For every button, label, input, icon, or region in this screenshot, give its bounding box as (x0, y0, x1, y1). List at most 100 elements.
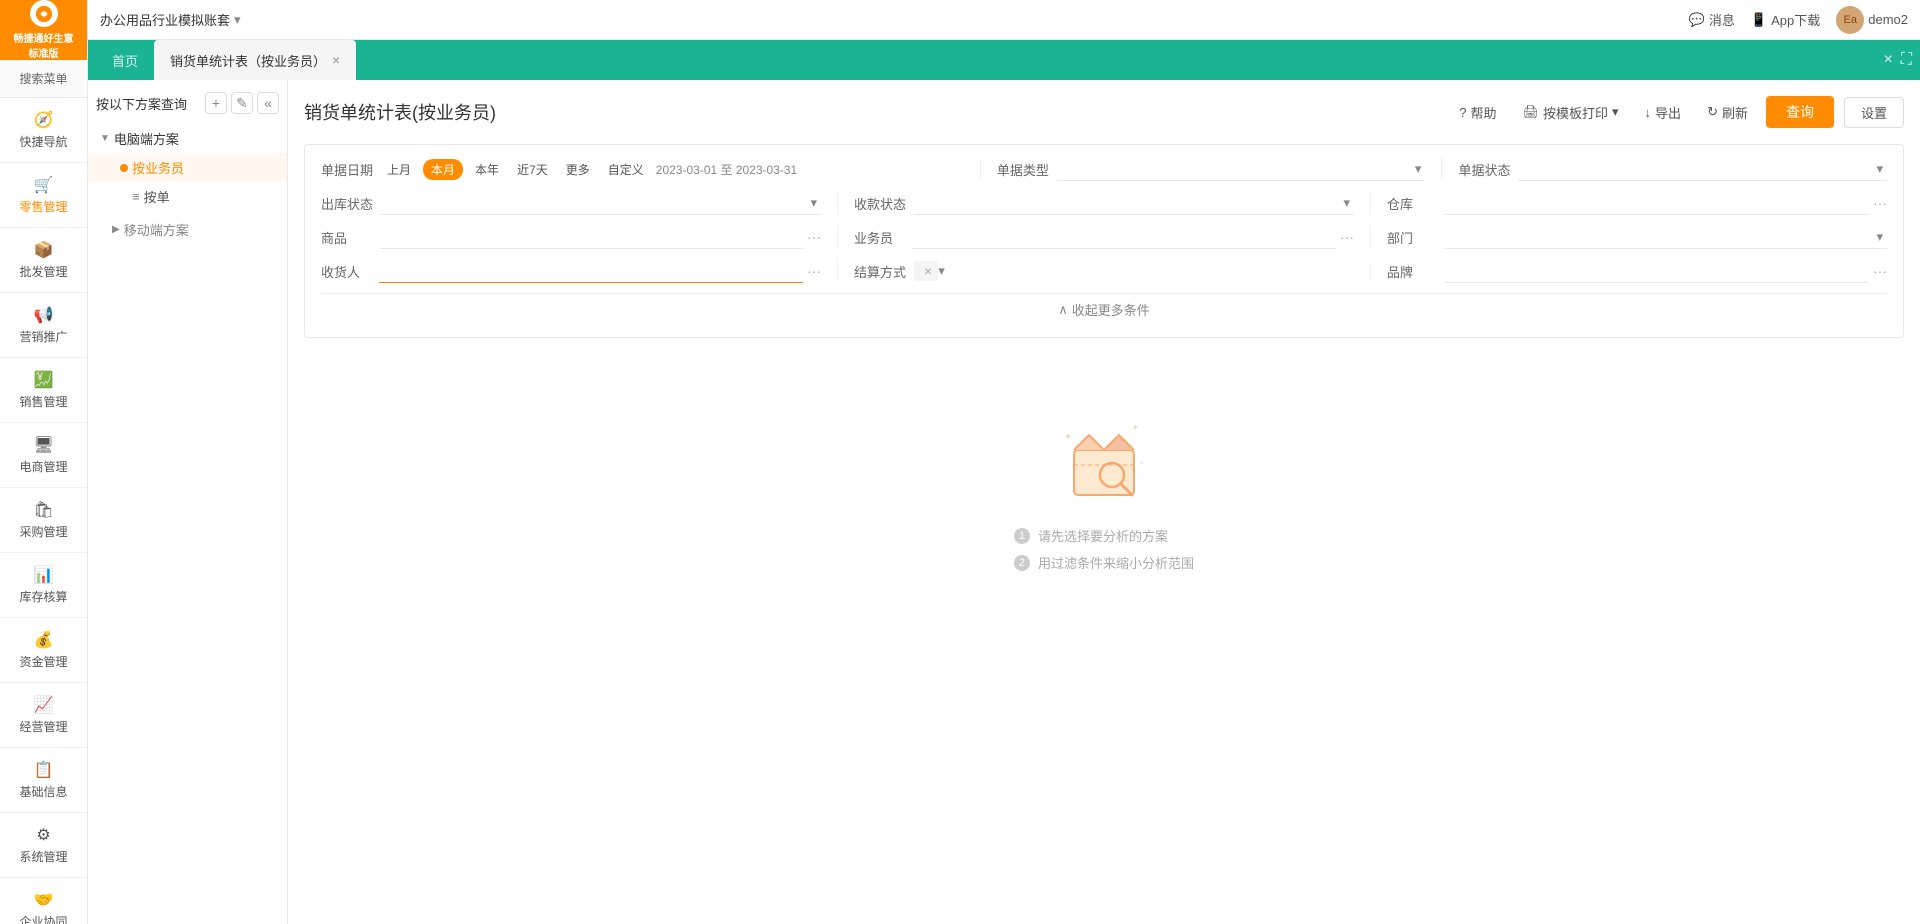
lp-item-by-order[interactable]: ≡ 按单 (88, 182, 287, 211)
date-btn-more[interactable]: 更多 (560, 159, 596, 180)
settlement-close-icon[interactable]: × (924, 263, 932, 279)
avatar: Ea (1836, 6, 1864, 34)
doc-status-input[interactable] (1518, 157, 1887, 181)
app-download-btn[interactable]: 📱 App下载 (1751, 10, 1820, 29)
department-input[interactable] (1445, 225, 1887, 249)
doc-type-control[interactable]: ▾ (1057, 157, 1426, 181)
out-status-input[interactable] (381, 191, 821, 215)
salesperson-dots[interactable]: ··· (1340, 229, 1354, 245)
warehouse-label: 仓库 (1387, 194, 1437, 213)
salesperson-input[interactable] (912, 225, 1336, 249)
page-title: 销货单统计表(按业务员) (304, 99, 496, 125)
product-dots[interactable]: ··· (807, 229, 821, 245)
sidebar-item-operations[interactable]: 📈 经营管理 (0, 683, 87, 748)
brand-control[interactable]: ··· (1445, 259, 1887, 283)
date-btn-last-month[interactable]: 上月 (381, 159, 417, 180)
warehouse-dots[interactable]: ··· (1873, 195, 1887, 211)
doc-type-input[interactable] (1057, 157, 1426, 181)
sidebar-search[interactable]: 搜索菜单 (0, 60, 87, 98)
purchase-label: 采购管理 (19, 523, 67, 540)
product-control[interactable]: ··· (379, 225, 821, 249)
collab-label: 企业协同 (19, 913, 67, 924)
page-actions: ? 帮助 🖨 按模板打印 ▾ ↓ 导出 ↻ 刷新 (1451, 96, 1904, 128)
system-icon: ⚙ (36, 825, 50, 845)
sidebar-item-system[interactable]: ⚙ 系统管理 (0, 813, 87, 878)
settings-button[interactable]: 设置 (1844, 97, 1904, 128)
export-btn[interactable]: ↓ 导出 (1637, 99, 1690, 126)
query-button[interactable]: 查询 (1766, 96, 1834, 128)
product-input[interactable] (379, 225, 803, 249)
message-btn[interactable]: 💬 消息 (1689, 10, 1735, 29)
retail-icon: 🛒 (34, 175, 54, 195)
desktop-section-label: 电脑端方案 (114, 129, 179, 148)
svg-text:✦: ✦ (1139, 460, 1144, 467)
sidebar-item-sales[interactable]: 💹 销售管理 (0, 358, 87, 423)
brand-input[interactable] (1445, 259, 1869, 283)
receipt-status-input[interactable] (914, 191, 1354, 215)
app-edition: 标准版 (29, 45, 59, 60)
department-control[interactable]: ▾ (1445, 225, 1887, 249)
sidebar-item-quick-nav[interactable]: 🧭 快捷导航 (0, 98, 87, 163)
desktop-section-title[interactable]: ▼ 电脑端方案 (88, 124, 287, 153)
mobile-section-label: 移动端方案 (124, 220, 189, 239)
export-icon: ↓ (1645, 105, 1652, 120)
out-status-control[interactable]: ▾ (381, 191, 821, 215)
receipt-status-control[interactable]: ▾ (914, 191, 1354, 215)
filter-row-2: 出库状态 ▾ 收款状态 ▾ 仓库 (321, 191, 1887, 215)
filter-consignee: 收货人 ··· (321, 259, 838, 283)
lp-edit-btn[interactable]: ✎ (231, 92, 253, 114)
brand-dots[interactable]: ··· (1873, 263, 1887, 279)
date-btn-custom[interactable]: 自定义 (602, 159, 650, 180)
tip2-num: 2 (1014, 555, 1030, 571)
warehouse-control[interactable]: ··· (1445, 191, 1887, 215)
consignee-control[interactable]: ··· (379, 259, 821, 283)
sidebar-item-purchase[interactable]: 🛍 采购管理 (0, 488, 87, 553)
date-btn-last-7[interactable]: 近7天 (511, 159, 554, 180)
salesperson-control[interactable]: ··· (912, 225, 1354, 249)
refresh-label: 刷新 (1722, 103, 1748, 122)
refresh-btn[interactable]: ↻ 刷新 (1699, 99, 1756, 126)
desktop-section: ▼ 电脑端方案 按业务员 ≡ 按单 (88, 122, 287, 213)
settlement-control[interactable]: × ▾ (914, 261, 1354, 281)
sidebar-item-finance[interactable]: 💰 资金管理 (0, 618, 87, 683)
tip1-num: 1 (1014, 528, 1030, 544)
lp-actions: + ✎ « (205, 92, 279, 114)
app-name: 畅捷通好生意 (14, 30, 74, 45)
doc-status-control[interactable]: ▾ (1518, 157, 1887, 181)
export-label: 导出 (1655, 103, 1681, 122)
salesperson-label: 业务员 (854, 228, 904, 247)
tab-close-icon[interactable]: × (332, 53, 340, 67)
warehouse-input[interactable] (1445, 191, 1869, 215)
collapse-button[interactable]: ∧ 收起更多条件 (321, 293, 1887, 325)
user-profile[interactable]: Ea demo2 (1836, 6, 1908, 34)
sidebar-item-inventory[interactable]: 📊 库存核算 (0, 553, 87, 618)
template-print-btn[interactable]: 🖨 按模板打印 ▾ (1514, 99, 1626, 126)
help-btn[interactable]: ? 帮助 (1451, 99, 1504, 126)
filter-doc-type: 单据类型 ▾ (997, 157, 1443, 181)
sidebar-item-collab[interactable]: 🤝 企业协同 (0, 878, 87, 924)
lp-collapse-btn[interactable]: « (257, 92, 279, 114)
sidebar-item-ecommerce[interactable]: 🖥 电商管理 (0, 423, 87, 488)
app-title-dropdown-icon[interactable]: ▾ (234, 12, 241, 28)
tab-home[interactable]: 首页 (96, 40, 154, 80)
sidebar-item-marketing[interactable]: 📢 营销推广 (0, 293, 87, 358)
desktop-arrow-icon: ▼ (100, 133, 110, 144)
lp-item-by-salesperson[interactable]: 按业务员 (88, 153, 287, 182)
mobile-section-title[interactable]: ▶ 移动端方案 (88, 215, 287, 244)
sidebar-item-wholesale[interactable]: 📦 批发管理 (0, 228, 87, 293)
filter-doc-status: 单据状态 ▾ (1458, 157, 1887, 181)
collab-icon: 🤝 (34, 890, 54, 910)
maximize-window-icon[interactable]: ⛶ (1901, 52, 1912, 68)
date-btn-this-year[interactable]: 本年 (469, 159, 505, 180)
sub-item-icon: ≡ (132, 189, 140, 204)
retail-label: 零售管理 (19, 198, 67, 215)
tab-sales-stats[interactable]: 销货单统计表（按业务员） × (154, 40, 356, 80)
settlement-label: 结算方式 (854, 262, 906, 281)
close-window-icon[interactable]: × (1883, 52, 1892, 68)
sidebar-item-basic[interactable]: 📋 基础信息 (0, 748, 87, 813)
sidebar-item-retail[interactable]: 🛒 零售管理 (0, 163, 87, 228)
date-btn-this-month[interactable]: 本月 (423, 159, 463, 180)
lp-add-btn[interactable]: + (205, 92, 227, 114)
consignee-input[interactable] (379, 259, 803, 283)
consignee-dots[interactable]: ··· (807, 263, 821, 279)
